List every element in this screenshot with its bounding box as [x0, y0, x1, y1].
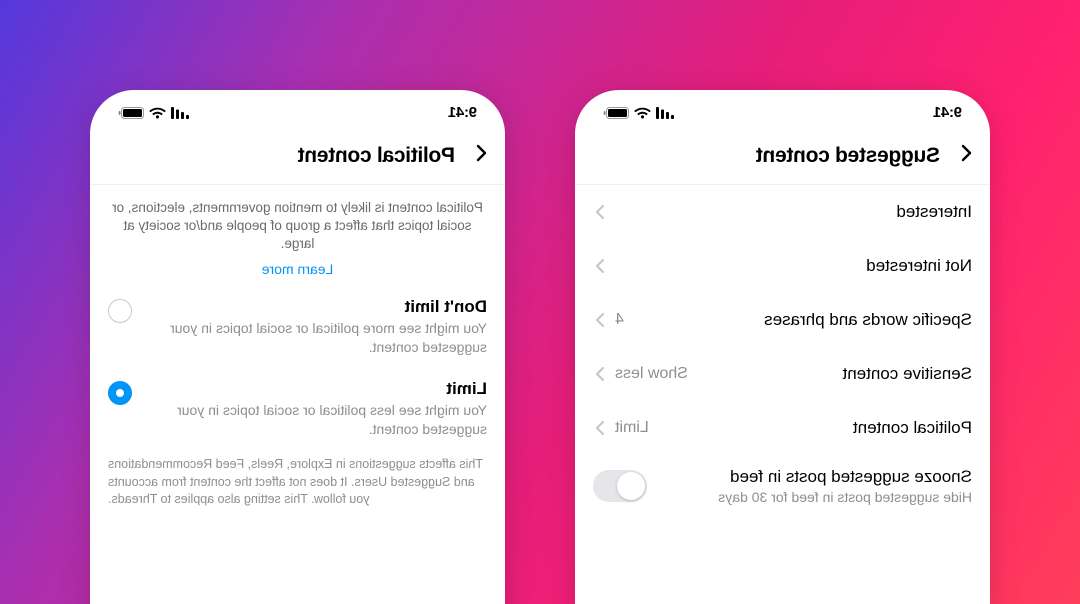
intro-text: Political content is likely to mention g…: [112, 200, 483, 251]
battery-icon: [118, 107, 144, 119]
status-bar: 9:41: [575, 90, 990, 127]
cellular-icon: [656, 107, 674, 119]
chevron-right-icon: [593, 419, 607, 437]
row-label: Sensitive content: [843, 364, 972, 384]
radio-unchecked-icon[interactable]: [108, 299, 132, 323]
battery-icon: [603, 107, 629, 119]
wifi-icon: [149, 107, 166, 119]
option-title: Limit: [146, 379, 487, 399]
footnote-text: This affects suggestions in Explore, Ree…: [108, 446, 487, 509]
chevron-left-icon: [954, 141, 978, 165]
row-sensitive-content[interactable]: Sensitive content Show less: [593, 347, 972, 401]
screen-header: Political content: [90, 127, 505, 185]
wifi-icon: [634, 107, 651, 119]
phone-suggested-content: 9:41 Suggested content Interested Not in…: [575, 90, 990, 604]
status-indicators: [118, 107, 189, 119]
option-dont-limit[interactable]: Don't limit You might see more political…: [108, 283, 487, 365]
row-political-content[interactable]: Political content Limit: [593, 401, 972, 455]
row-label: Not interested: [866, 256, 972, 276]
row-value: Show less: [615, 365, 688, 383]
snooze-sub: Hide suggested posts in feed for 30 days: [647, 489, 972, 505]
phone-political-content: 9:41 Political content Political content…: [90, 90, 505, 604]
screen-header: Suggested content: [575, 127, 990, 185]
row-label: Specific words and phrases: [764, 310, 972, 330]
snooze-toggle[interactable]: [593, 470, 647, 502]
row-label: Interested: [896, 202, 972, 222]
option-desc: You might see less political or social t…: [146, 401, 487, 439]
settings-list: Interested Not interested Specific words…: [575, 185, 990, 517]
option-limit[interactable]: Limit You might see less political or so…: [108, 365, 487, 447]
page-title: Suggested content: [756, 144, 940, 168]
row-not-interested[interactable]: Not interested: [593, 239, 972, 293]
option-title: Don't limit: [146, 297, 487, 317]
row-value: 4: [615, 311, 624, 329]
chevron-right-icon: [593, 311, 607, 329]
back-button[interactable]: [469, 141, 493, 170]
chevron-right-icon: [593, 257, 607, 275]
chevron-left-icon: [469, 141, 493, 165]
option-desc: You might see more political or social t…: [146, 319, 487, 357]
row-specific-words[interactable]: Specific words and phrases 4: [593, 293, 972, 347]
status-time: 9:41: [933, 104, 962, 121]
row-snooze: Snooze suggested posts in feed Hide sugg…: [593, 455, 972, 517]
radio-checked-icon[interactable]: [108, 381, 132, 405]
options-list: Don't limit You might see more political…: [90, 283, 505, 509]
cellular-icon: [171, 107, 189, 119]
status-bar: 9:41: [90, 90, 505, 127]
row-label: Political content: [853, 418, 972, 438]
row-value: Limit: [615, 419, 649, 437]
intro-block: Political content is likely to mention g…: [90, 185, 505, 283]
back-button[interactable]: [954, 141, 978, 170]
learn-more-link[interactable]: Learn more: [262, 260, 334, 279]
chevron-right-icon: [593, 365, 607, 383]
status-indicators: [603, 107, 674, 119]
page-title: Political content: [298, 144, 455, 168]
chevron-right-icon: [593, 203, 607, 221]
snooze-label: Snooze suggested posts in feed: [647, 467, 972, 487]
status-time: 9:41: [448, 104, 477, 121]
row-interested[interactable]: Interested: [593, 185, 972, 239]
